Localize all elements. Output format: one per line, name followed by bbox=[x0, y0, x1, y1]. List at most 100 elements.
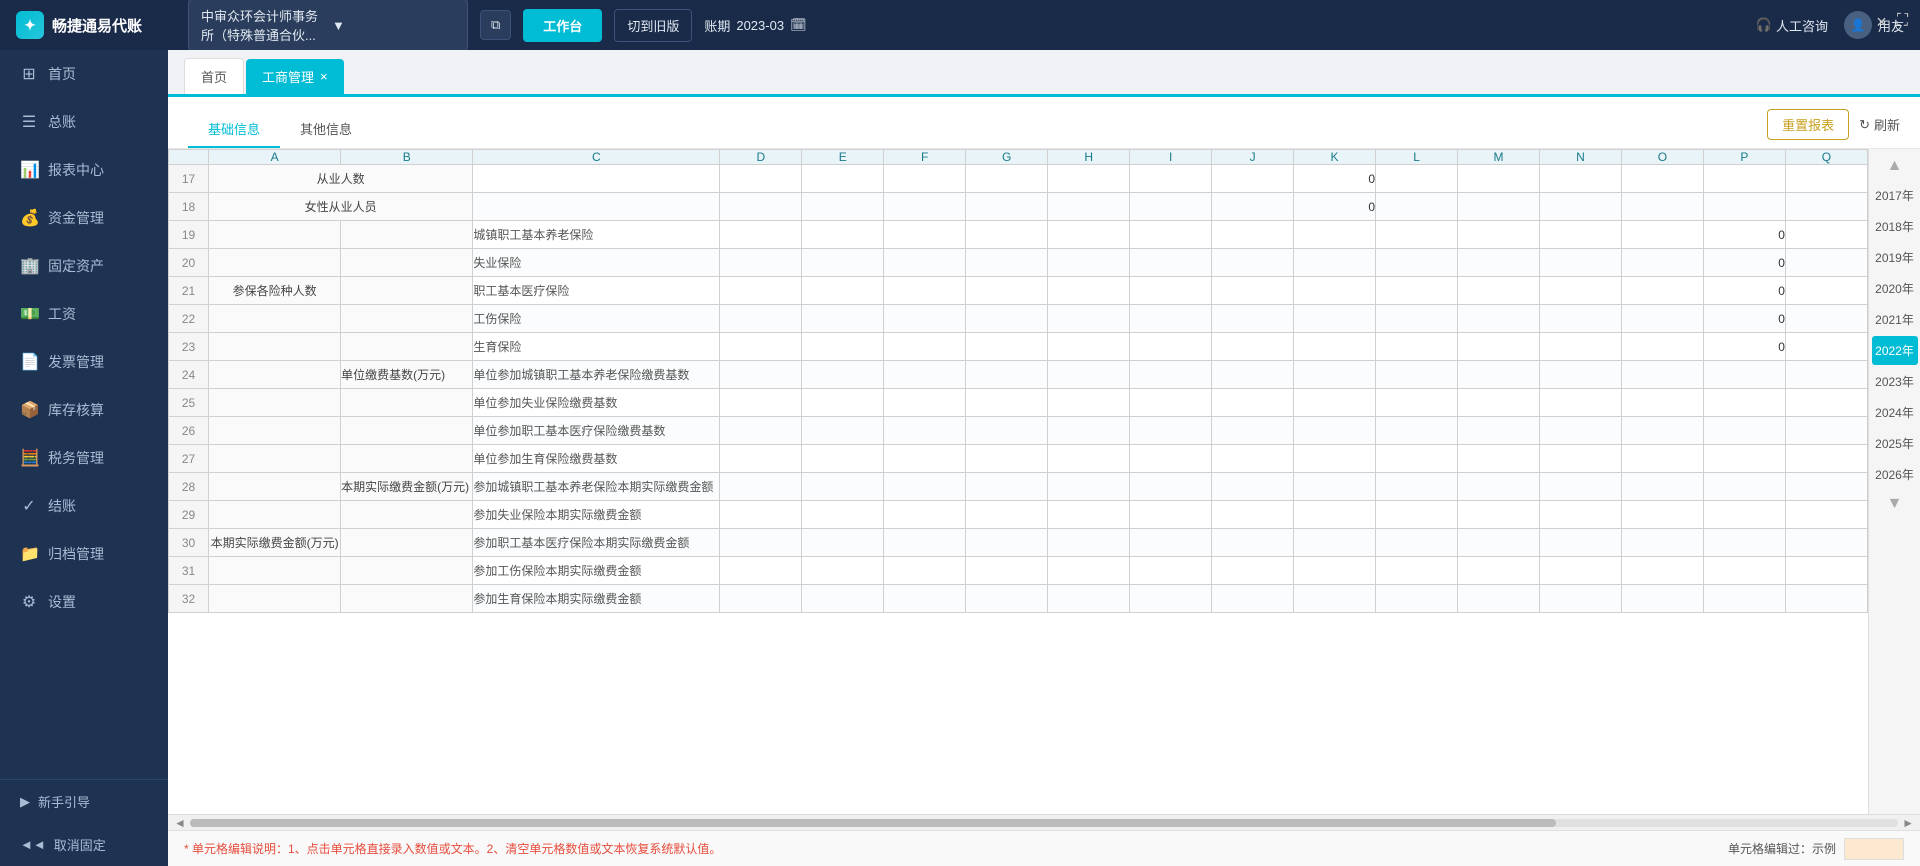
cell-21-l[interactable] bbox=[1376, 277, 1458, 305]
cell-21-g[interactable] bbox=[966, 277, 1048, 305]
cell-27-b[interactable] bbox=[341, 445, 473, 473]
cell-23-e[interactable] bbox=[802, 333, 884, 361]
cell-20-p[interactable]: 0 bbox=[1703, 249, 1785, 277]
cell-30-k[interactable] bbox=[1294, 529, 1376, 557]
cell-28-h[interactable] bbox=[1048, 473, 1130, 501]
sub-tab-basic[interactable]: 基础信息 bbox=[188, 111, 280, 148]
cell-26-g[interactable] bbox=[966, 417, 1048, 445]
cell-18-q[interactable] bbox=[1785, 193, 1867, 221]
cell-25-q[interactable] bbox=[1785, 389, 1867, 417]
cell-25-m[interactable] bbox=[1458, 389, 1540, 417]
sidebar-item-assets[interactable]: 🏢 固定资产 bbox=[0, 242, 168, 290]
cell-23-f[interactable] bbox=[884, 333, 966, 361]
cell-22-g[interactable] bbox=[966, 305, 1048, 333]
cell-27-l[interactable] bbox=[1376, 445, 1458, 473]
cell-31-g[interactable] bbox=[966, 557, 1048, 585]
cell-25-a[interactable] bbox=[209, 389, 341, 417]
cell-27-f[interactable] bbox=[884, 445, 966, 473]
cell-32-m[interactable] bbox=[1458, 585, 1540, 613]
cell-21-e[interactable] bbox=[802, 277, 884, 305]
cell-31-f[interactable] bbox=[884, 557, 966, 585]
cell-29-f[interactable] bbox=[884, 501, 966, 529]
workbench-button[interactable]: 工作台 bbox=[523, 9, 602, 42]
cell-32-l[interactable] bbox=[1376, 585, 1458, 613]
cell-22-e[interactable] bbox=[802, 305, 884, 333]
cell-30-i[interactable] bbox=[1130, 529, 1212, 557]
cell-22-k[interactable] bbox=[1294, 305, 1376, 333]
cell-29-a[interactable] bbox=[209, 501, 341, 529]
cell-32-n[interactable] bbox=[1539, 585, 1621, 613]
cell-28-a[interactable] bbox=[209, 473, 341, 501]
cell-30-f[interactable] bbox=[884, 529, 966, 557]
cell-23-l[interactable] bbox=[1376, 333, 1458, 361]
cell-28-b[interactable]: 本期实际缴费金额(万元) bbox=[341, 473, 473, 501]
cell-30-a[interactable]: 本期实际缴费金额(万元) bbox=[209, 529, 341, 557]
cell-29-g[interactable] bbox=[966, 501, 1048, 529]
cell-28-i[interactable] bbox=[1130, 473, 1212, 501]
cell-32-g[interactable] bbox=[966, 585, 1048, 613]
cell-30-e[interactable] bbox=[802, 529, 884, 557]
cell-19-k[interactable] bbox=[1294, 221, 1376, 249]
cell-19-e[interactable] bbox=[802, 221, 884, 249]
cell-23-h[interactable] bbox=[1048, 333, 1130, 361]
cell-20-i[interactable] bbox=[1130, 249, 1212, 277]
cell-23-k[interactable] bbox=[1294, 333, 1376, 361]
cell-20-g[interactable] bbox=[966, 249, 1048, 277]
cell-31-q[interactable] bbox=[1785, 557, 1867, 585]
tab-business[interactable]: 工商管理 × bbox=[246, 59, 344, 94]
h-scroll-track[interactable] bbox=[190, 819, 1898, 827]
cell-19-f[interactable] bbox=[884, 221, 966, 249]
cell-20-m[interactable] bbox=[1458, 249, 1540, 277]
cell-24-j[interactable] bbox=[1212, 361, 1294, 389]
cell-32-f[interactable] bbox=[884, 585, 966, 613]
cell-29-q[interactable] bbox=[1785, 501, 1867, 529]
cell-25-i[interactable] bbox=[1130, 389, 1212, 417]
tab-home[interactable]: 首页 bbox=[184, 58, 244, 94]
cell-21-h[interactable] bbox=[1048, 277, 1130, 305]
cell-22-n[interactable] bbox=[1539, 305, 1621, 333]
cell-24-n[interactable] bbox=[1539, 361, 1621, 389]
cell-17-f[interactable] bbox=[884, 165, 966, 193]
cell-28-l[interactable] bbox=[1376, 473, 1458, 501]
cell-24-o[interactable] bbox=[1621, 361, 1703, 389]
cell-31-l[interactable] bbox=[1376, 557, 1458, 585]
cell-22-f[interactable] bbox=[884, 305, 966, 333]
cell-24-m[interactable] bbox=[1458, 361, 1540, 389]
cell-22-j[interactable] bbox=[1212, 305, 1294, 333]
calendar-icon[interactable]: 🗓 bbox=[790, 17, 807, 33]
cell-26-f[interactable] bbox=[884, 417, 966, 445]
cell-19-g[interactable] bbox=[966, 221, 1048, 249]
cell-18-j[interactable] bbox=[1212, 193, 1294, 221]
cell-22-b[interactable] bbox=[341, 305, 473, 333]
sidebar-item-funds[interactable]: 💰 资金管理 bbox=[0, 194, 168, 242]
cell-17-i[interactable] bbox=[1130, 165, 1212, 193]
cell-27-m[interactable] bbox=[1458, 445, 1540, 473]
sidebar-item-ledger[interactable]: ☰ 总账 bbox=[0, 98, 168, 146]
year-2023[interactable]: 2023年 bbox=[1872, 367, 1918, 396]
refresh-button[interactable]: ↻ 刷新 bbox=[1859, 115, 1900, 134]
cell-30-m[interactable] bbox=[1458, 529, 1540, 557]
cell-19-p[interactable]: 0 bbox=[1703, 221, 1785, 249]
cell-24-g[interactable] bbox=[966, 361, 1048, 389]
cell-22-q[interactable] bbox=[1785, 305, 1867, 333]
cell-28-q[interactable] bbox=[1785, 473, 1867, 501]
cell-27-a[interactable] bbox=[209, 445, 341, 473]
cell-32-k[interactable] bbox=[1294, 585, 1376, 613]
cell-24-a[interactable] bbox=[209, 361, 341, 389]
cell-28-j[interactable] bbox=[1212, 473, 1294, 501]
cell-24-e[interactable] bbox=[802, 361, 884, 389]
spreadsheet-scroll[interactable]: A B C D E F G H I J K L bbox=[168, 149, 1868, 814]
cell-24-i[interactable] bbox=[1130, 361, 1212, 389]
cell-23-b[interactable] bbox=[341, 333, 473, 361]
cell-19-h[interactable] bbox=[1048, 221, 1130, 249]
cell-18-e[interactable] bbox=[802, 193, 884, 221]
cell-23-o[interactable] bbox=[1621, 333, 1703, 361]
cell-21-f[interactable] bbox=[884, 277, 966, 305]
cell-29-m[interactable] bbox=[1458, 501, 1540, 529]
cell-21-p[interactable]: 0 bbox=[1703, 277, 1785, 305]
cell-21-n[interactable] bbox=[1539, 277, 1621, 305]
cell-31-i[interactable] bbox=[1130, 557, 1212, 585]
cell-26-d[interactable] bbox=[720, 417, 802, 445]
sub-tab-other[interactable]: 其他信息 bbox=[280, 111, 372, 148]
service-button[interactable]: 🎧 人工咨询 bbox=[1756, 16, 1828, 35]
